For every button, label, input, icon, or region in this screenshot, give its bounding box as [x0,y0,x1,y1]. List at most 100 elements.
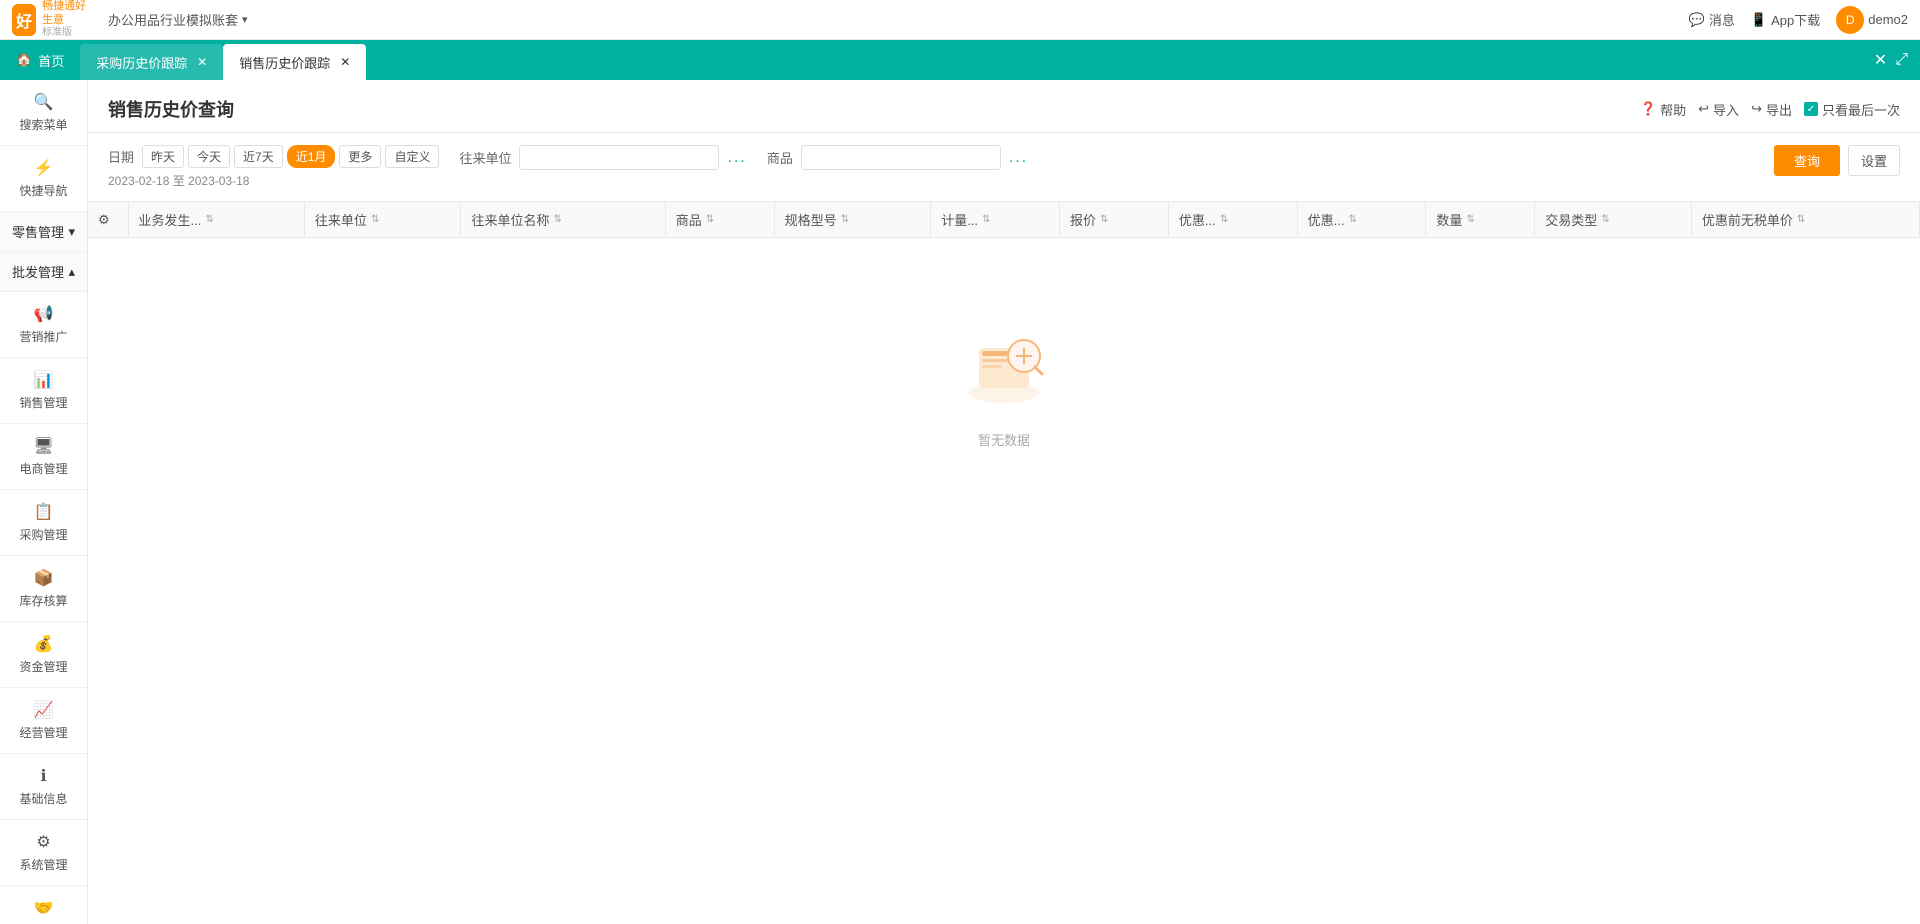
tab-home[interactable]: 🏠 首页 [0,40,80,80]
th-unit[interactable]: 计量... ⇅ [931,202,1060,238]
main-layout: 🔍 搜索菜单 ⚡ 快捷导航 零售管理 ▾ 批发管理 ▴ 📢 营销推广 📊 销售管… [0,80,1920,924]
import-button[interactable]: ↩ 导入 [1698,100,1739,119]
shortcut-icon: ⚡ [34,158,54,178]
empty-text: 暂无数据 [978,430,1030,449]
tab-bar-actions: ✕ ⤢ [1874,40,1920,80]
search-icon: 🔍 [34,92,54,112]
sidebar-item-finance[interactable]: 💰 资金管理 [0,622,87,688]
message-icon: 💬 [1689,12,1705,28]
close-window-button[interactable]: ✕ [1874,50,1887,70]
sidebar-item-retail[interactable]: 零售管理 ▾ [0,212,87,252]
tab-bar: 🏠 首页 采购历史价跟踪 ✕ 销售历史价跟踪 ✕ ✕ ⤢ [0,40,1920,80]
th-biz-date[interactable]: 业务发生... ⇅ [128,202,304,238]
help-button[interactable]: ❓ 帮助 [1640,100,1686,119]
th-spec[interactable]: 规格型号 ⇅ [774,202,931,238]
chevron-up-icon: ▴ [68,264,75,280]
tab-close-sales[interactable]: ✕ [340,55,350,69]
logo-text: 畅捷通好生意 标准版 [42,0,92,38]
th-quantity[interactable]: 数量 ⇅ [1426,202,1535,238]
th-partner-code[interactable]: 往来单位 ⇅ [304,202,461,238]
th-settings[interactable]: ⚙ [88,202,128,238]
sidebar-item-operations[interactable]: 📈 经营管理 [0,688,87,754]
sidebar-item-basic[interactable]: ℹ 基础信息 [0,754,87,820]
sidebar-item-wholesale[interactable]: 批发管理 ▴ [0,252,87,292]
th-partner-name[interactable]: 往来单位名称 ⇅ [461,202,665,238]
avatar: D [1836,6,1864,34]
ecommerce-icon: 🖥 [33,436,53,456]
export-button[interactable]: ↪ 导出 [1751,100,1792,119]
top-bar: 好 畅捷通好生意 标准版 办公用品行业模拟账套 ▾ 💬 消息 📱 App下载 D… [0,0,1920,40]
partner-input[interactable] [519,145,719,170]
tab-sales-history[interactable]: 销售历史价跟踪 ✕ [223,44,366,80]
date-btn-today[interactable]: 今天 [188,145,230,168]
page-title: 销售历史价查询 [108,96,234,122]
sort-icon: ⇅ [982,214,990,225]
checkbox-icon: ✓ [1804,102,1818,116]
date-buttons: 昨天 今天 近7天 近1月 更多 自定义 [142,145,439,168]
app-download-button[interactable]: 📱 App下载 [1751,10,1820,29]
sidebar: 🔍 搜索菜单 ⚡ 快捷导航 零售管理 ▾ 批发管理 ▴ 📢 营销推广 📊 销售管… [0,80,88,924]
sort-icon: ⇅ [371,214,379,225]
app-selector[interactable]: 办公用品行业模拟账套 ▾ [100,6,256,33]
sidebar-item-enterprise[interactable]: 🤝 企业协同 [0,886,87,924]
marketing-icon: 📢 [34,304,54,324]
th-goods[interactable]: 商品 ⇅ [665,202,774,238]
sort-icon: ⇅ [1797,214,1805,225]
page-actions: ❓ 帮助 ↩ 导入 ↪ 导出 ✓ 只看最后一次 [1640,100,1900,119]
sidebar-item-inventory[interactable]: 📦 库存核算 [0,556,87,622]
filter-actions: 查询 设置 [1774,145,1900,176]
goods-filter: 商品 ... [767,145,1028,170]
th-no-tax-price[interactable]: 优惠前无税单价 ⇅ [1691,202,1919,238]
chevron-down-icon: ▾ [68,224,75,240]
user-menu[interactable]: D demo2 [1836,6,1908,34]
finance-icon: 💰 [34,634,54,654]
th-discount1[interactable]: 优惠... ⇅ [1168,202,1297,238]
sidebar-item-search[interactable]: 🔍 搜索菜单 [0,80,87,146]
date-btn-more[interactable]: 更多 [339,145,381,168]
page-header: 销售历史价查询 ❓ 帮助 ↩ 导入 ↪ 导出 ✓ [88,80,1920,133]
date-range: 2023-02-18 至 2023-03-18 [108,172,439,189]
sidebar-item-sales-mgmt[interactable]: 📊 销售管理 [0,358,87,424]
tab-purchase-history[interactable]: 采购历史价跟踪 ✕ [80,44,223,80]
goods-input[interactable] [801,145,1001,170]
sidebar-item-system[interactable]: ⚙ 系统管理 [0,820,87,886]
sort-icon: ⇅ [1348,214,1356,225]
inventory-icon: 📦 [34,568,54,588]
date-btn-yesterday[interactable]: 昨天 [142,145,184,168]
sort-icon: ⇅ [1466,214,1474,225]
partner-dots[interactable]: ... [727,149,746,167]
page-content: 销售历史价查询 ❓ 帮助 ↩ 导入 ↪ 导出 ✓ [88,80,1920,924]
sort-icon: ⇅ [554,214,562,225]
filter-area: 日期 昨天 今天 近7天 近1月 更多 自定义 2023-02-18 至 202… [88,133,1920,202]
date-btn-custom[interactable]: 自定义 [385,145,439,168]
export-icon: ↪ [1751,101,1762,117]
query-button[interactable]: 查询 [1774,145,1840,176]
goods-dots[interactable]: ... [1009,149,1028,167]
sort-icon: ⇅ [1220,214,1228,225]
date-filter-group: 日期 昨天 今天 近7天 近1月 更多 自定义 [108,145,439,168]
top-bar-left: 好 畅捷通好生意 标准版 办公用品行业模拟账套 ▾ [12,0,256,38]
date-btn-1month[interactable]: 近1月 [287,145,336,168]
sort-icon: ⇅ [706,214,714,225]
sidebar-item-shortcut[interactable]: ⚡ 快捷导航 [0,146,87,212]
basic-icon: ℹ [40,766,46,786]
sidebar-item-ecommerce[interactable]: 🖥 电商管理 [0,424,87,490]
operations-icon: 📈 [34,700,54,720]
data-table: ⚙ 业务发生... ⇅ 往来单位 [88,202,1920,238]
th-quote[interactable]: 报价 ⇅ [1059,202,1168,238]
tab-close-purchase[interactable]: ✕ [197,55,207,69]
th-discount2[interactable]: 优惠... ⇅ [1297,202,1426,238]
th-trade-type[interactable]: 交易类型 ⇅ [1535,202,1692,238]
settings-button[interactable]: 设置 [1848,145,1900,176]
sort-icon: ⇅ [205,214,213,225]
message-button[interactable]: 💬 消息 [1689,10,1735,29]
sidebar-item-marketing[interactable]: 📢 营销推广 [0,292,87,358]
home-icon: 🏠 [16,52,32,68]
last-only-checkbox[interactable]: ✓ 只看最后一次 [1804,100,1900,119]
content-area: 销售历史价查询 ❓ 帮助 ↩ 导入 ↪ 导出 ✓ [88,80,1920,924]
sidebar-item-purchase[interactable]: 📋 采购管理 [0,490,87,556]
date-btn-7days[interactable]: 近7天 [234,145,283,168]
maximize-window-button[interactable]: ⤢ [1895,51,1908,69]
help-icon: ❓ [1640,101,1656,117]
table-header: ⚙ 业务发生... ⇅ 往来单位 [88,202,1920,238]
